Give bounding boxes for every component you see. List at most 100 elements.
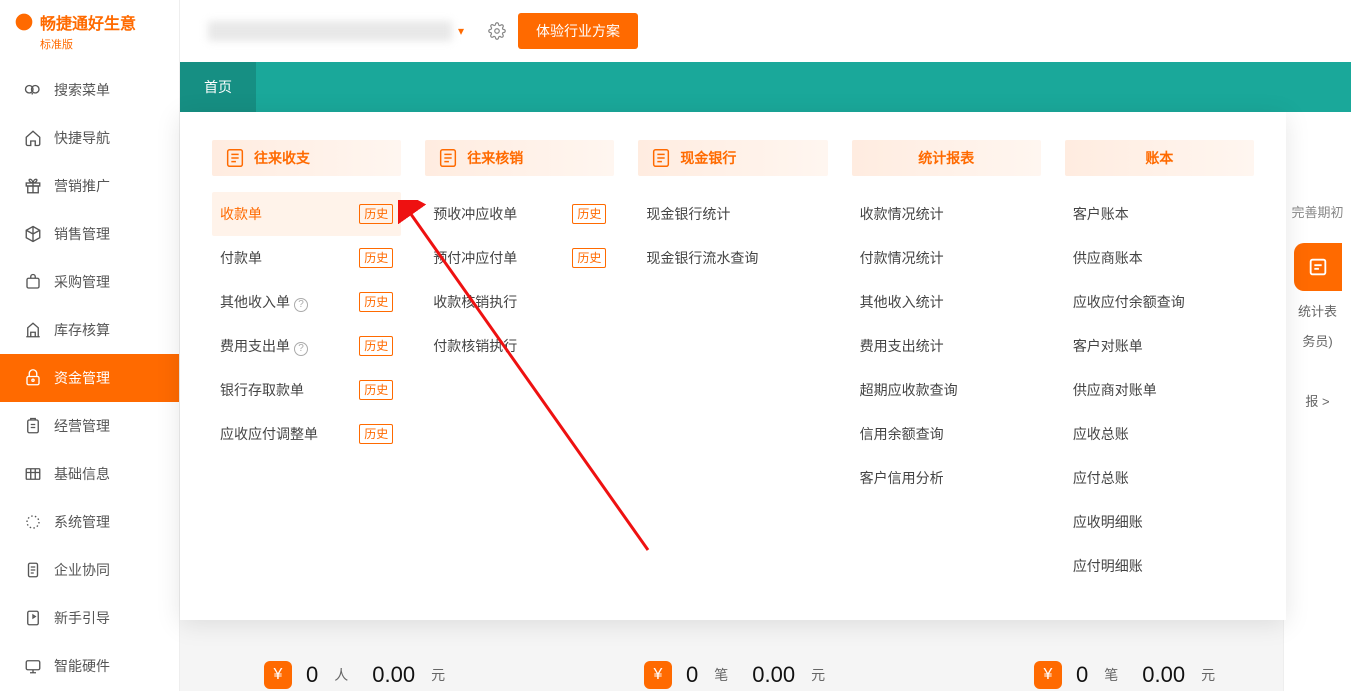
mega-item-3-2[interactable]: 其他收入统计 xyxy=(852,280,1041,324)
mega-item-0-3[interactable]: 费用支出单? 历史 xyxy=(212,324,401,368)
mega-item-label: 费用支出统计 xyxy=(860,336,944,356)
sidebar-item-3[interactable]: 销售管理 xyxy=(0,210,179,258)
mega-column-4: 账本客户账本供应商账本应收应付余额查询客户对账单供应商对账单应收总账应付总账应收… xyxy=(1065,140,1254,592)
mega-item-label: 收款情况统计 xyxy=(860,204,944,224)
mega-item-label: 其他收入单? xyxy=(220,292,308,312)
history-tag[interactable]: 历史 xyxy=(572,248,606,268)
mega-item-label: 费用支出单? xyxy=(220,336,308,356)
tab-bar: 首页 xyxy=(180,62,1351,112)
mega-item-0-1[interactable]: 付款单历史 xyxy=(212,236,401,280)
mega-item-4-4[interactable]: 供应商对账单 xyxy=(1065,368,1254,412)
stat-count: 0 xyxy=(306,662,318,688)
mega-item-0-0[interactable]: 收款单历史 xyxy=(212,192,401,236)
history-tag[interactable]: 历史 xyxy=(359,380,393,400)
mega-item-0-5[interactable]: 应收应付调整单 历史 xyxy=(212,412,401,456)
sidebar-item-7[interactable]: 经营管理 xyxy=(0,402,179,450)
stat-card-1: ¥0笔0.00元 xyxy=(644,661,825,689)
stat-value: 0.00 xyxy=(372,662,415,688)
sidebar-item-4[interactable]: 采购管理 xyxy=(0,258,179,306)
grid-icon xyxy=(24,465,42,483)
sidebar-item-5[interactable]: 库存核算 xyxy=(0,306,179,354)
mega-item-1-2[interactable]: 收款核销执行 xyxy=(425,280,614,324)
chevron-down-icon: ▾ xyxy=(458,24,464,38)
mega-item-label: 客户信用分析 xyxy=(860,468,944,488)
stat-value-unit: 元 xyxy=(811,665,825,685)
sidebar-item-6[interactable]: 资金管理 xyxy=(0,354,179,402)
company-selector[interactable]: ▾ xyxy=(196,13,476,49)
mega-column-title: 现金银行 xyxy=(680,148,736,168)
sidebar-item-1[interactable]: 快捷导航 xyxy=(0,114,179,162)
sidebar-item-12[interactable]: 智能硬件 xyxy=(0,642,179,690)
mega-item-3-3[interactable]: 费用支出统计 xyxy=(852,324,1041,368)
cart-icon xyxy=(24,225,42,243)
mega-item-1-1[interactable]: 预付冲应付单历史 xyxy=(425,236,614,280)
bag-icon xyxy=(24,273,42,291)
dock-tip: 完善期初 xyxy=(1291,202,1343,221)
doc-icon xyxy=(24,561,42,579)
mega-item-1-3[interactable]: 付款核销执行 xyxy=(425,324,614,368)
mega-item-0-4[interactable]: 银行存取款单历史 xyxy=(212,368,401,412)
mega-item-label: 应付明细账 xyxy=(1073,556,1143,576)
mega-item-label: 应收明细账 xyxy=(1073,512,1143,532)
mega-item-label: 应付总账 xyxy=(1073,468,1129,488)
help-icon: ? xyxy=(294,298,308,312)
mega-item-3-5[interactable]: 信用余额查询 xyxy=(852,412,1041,456)
history-tag[interactable]: 历史 xyxy=(359,204,393,224)
mega-item-label: 应收应付调整单 xyxy=(220,424,318,444)
history-tag[interactable]: 历史 xyxy=(572,204,606,224)
mega-item-4-6[interactable]: 应付总账 xyxy=(1065,456,1254,500)
brand-mark-icon xyxy=(14,12,34,32)
sidebar-item-9[interactable]: 系统管理 xyxy=(0,498,179,546)
history-tag[interactable]: 历史 xyxy=(359,248,393,268)
dock-label-3: 报 > xyxy=(1305,393,1329,411)
mega-item-4-8[interactable]: 应付明细账 xyxy=(1065,544,1254,588)
mega-column-title: 往来核销 xyxy=(467,148,523,168)
tab-home[interactable]: 首页 xyxy=(180,62,256,112)
mega-item-2-1[interactable]: 现金银行流水查询 xyxy=(638,236,827,280)
history-tag[interactable]: 历史 xyxy=(359,292,393,312)
mega-item-3-1[interactable]: 付款情况统计 xyxy=(852,236,1041,280)
mega-item-1-0[interactable]: 预收冲应收单历史 xyxy=(425,192,614,236)
history-tag[interactable]: 历史 xyxy=(359,336,393,356)
mega-column-0: 往来收支收款单历史付款单历史其他收入单?历史费用支出单?历史银行存取款单历史应收… xyxy=(212,140,401,592)
sidebar-item-8[interactable]: 基础信息 xyxy=(0,450,179,498)
mega-menu: 往来收支收款单历史付款单历史其他收入单?历史费用支出单?历史银行存取款单历史应收… xyxy=(180,112,1286,620)
mega-item-label: 客户对账单 xyxy=(1073,336,1143,356)
history-tag[interactable]: 历史 xyxy=(359,424,393,444)
nav-list: 搜索菜单快捷导航营销推广销售管理采购管理库存核算资金管理经营管理基础信息系统管理… xyxy=(0,62,179,690)
sidebar-item-label: 资金管理 xyxy=(54,368,110,388)
right-dock: 完善期初 统计表 务员) 报 > xyxy=(1283,112,1351,691)
industry-cta-button[interactable]: 体验行业方案 xyxy=(518,13,638,49)
mega-item-2-0[interactable]: 现金银行统计 xyxy=(638,192,827,236)
mega-item-4-3[interactable]: 客户对账单 xyxy=(1065,324,1254,368)
mega-item-label: 现金银行流水查询 xyxy=(646,248,758,268)
sidebar-item-label: 经营管理 xyxy=(54,416,110,436)
mega-item-4-0[interactable]: 客户账本 xyxy=(1065,192,1254,236)
mega-column-3: 统计报表收款情况统计付款情况统计其他收入统计费用支出统计超期应收款查询信用余额查… xyxy=(852,140,1041,592)
mega-item-3-4[interactable]: 超期应收款查询 xyxy=(852,368,1041,412)
mega-item-label: 收款核销执行 xyxy=(433,292,517,312)
mega-item-3-6[interactable]: 客户信用分析 xyxy=(852,456,1041,500)
mega-column-header: 往来核销 xyxy=(425,140,614,176)
mega-item-4-2[interactable]: 应收应付余额查询 xyxy=(1065,280,1254,324)
mega-item-4-5[interactable]: 应收总账 xyxy=(1065,412,1254,456)
sidebar-item-11[interactable]: 新手引导 xyxy=(0,594,179,642)
stat-icon: ¥ xyxy=(264,661,292,689)
mega-item-label: 其他收入统计 xyxy=(860,292,944,312)
sidebar-item-2[interactable]: 营销推广 xyxy=(0,162,179,210)
gear-icon[interactable] xyxy=(488,22,506,40)
stat-count: 0 xyxy=(1076,662,1088,688)
mega-item-4-1[interactable]: 供应商账本 xyxy=(1065,236,1254,280)
sidebar-item-0[interactable]: 搜索菜单 xyxy=(0,66,179,114)
sidebar-item-label: 系统管理 xyxy=(54,512,110,532)
mega-item-3-0[interactable]: 收款情况统计 xyxy=(852,192,1041,236)
stat-value: 0.00 xyxy=(752,662,795,688)
sidebar-item-10[interactable]: 企业协同 xyxy=(0,546,179,594)
stat-count-unit: 笔 xyxy=(714,665,728,685)
brand-edition: 标准版 xyxy=(40,36,165,52)
mega-item-label: 供应商账本 xyxy=(1073,248,1143,268)
dock-action-icon[interactable] xyxy=(1294,243,1342,291)
mega-item-0-2[interactable]: 其他收入单? 历史 xyxy=(212,280,401,324)
mega-item-4-7[interactable]: 应收明细账 xyxy=(1065,500,1254,544)
mega-item-label: 信用余额查询 xyxy=(860,424,944,444)
